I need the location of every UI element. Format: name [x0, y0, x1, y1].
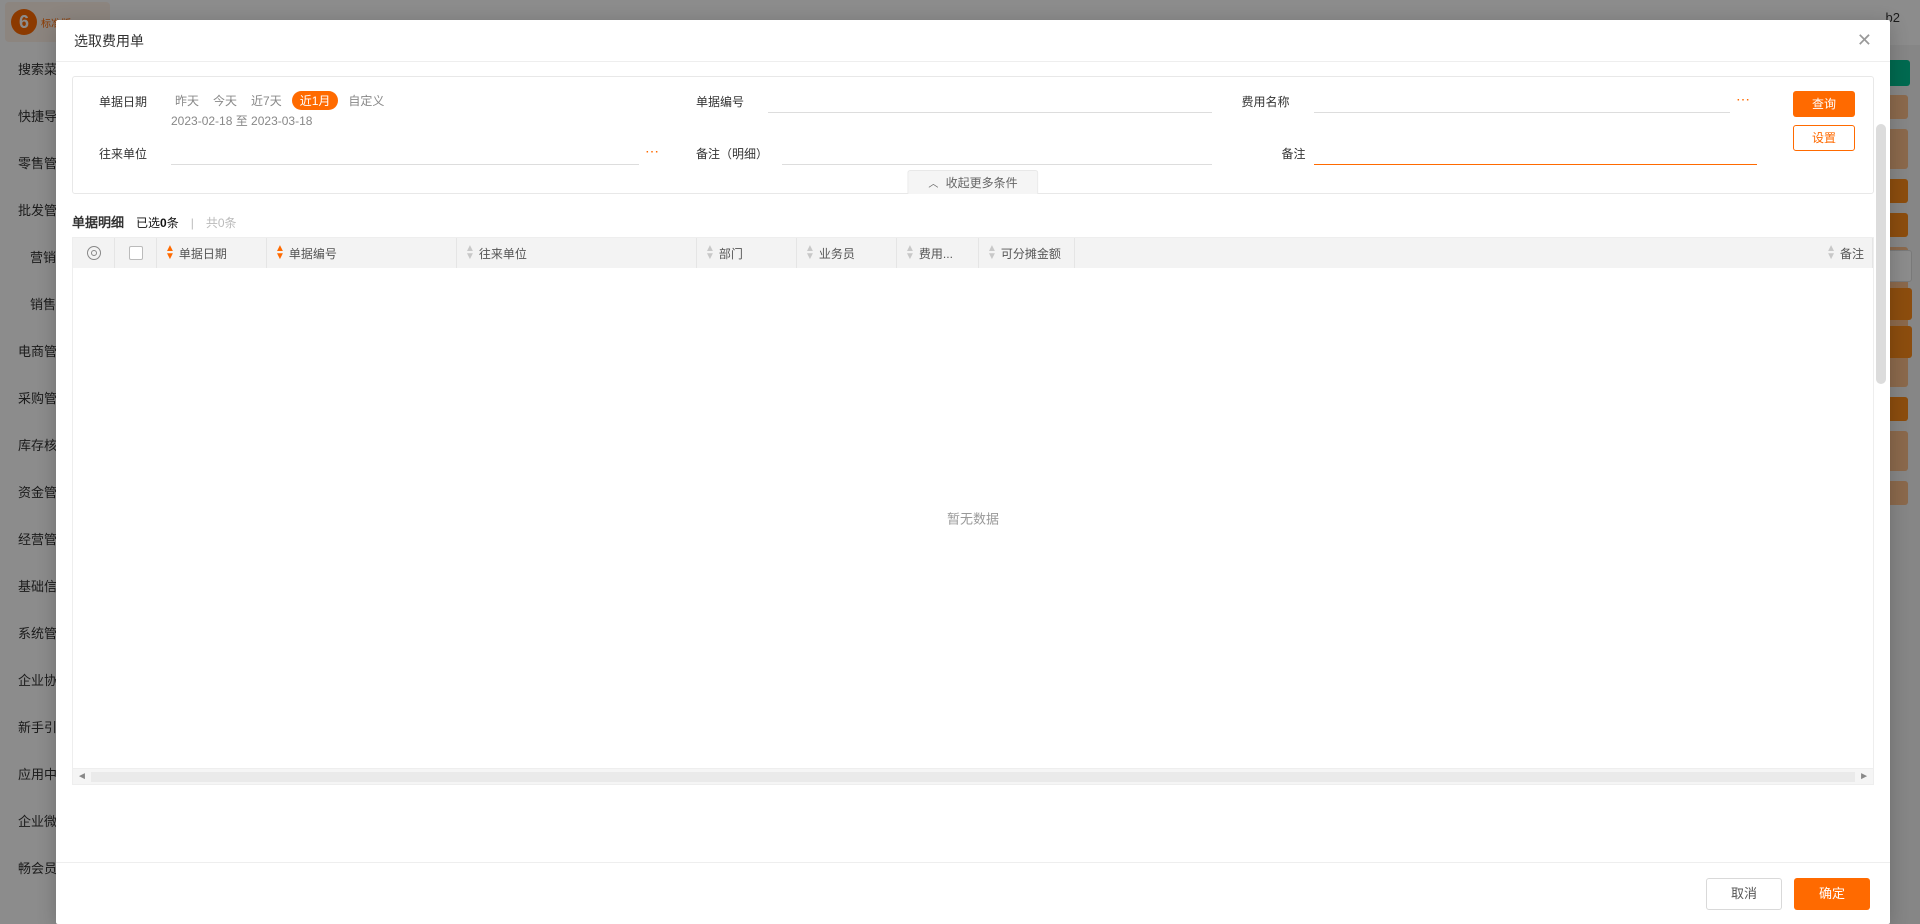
checkbox-icon [129, 246, 143, 260]
selected-number: 0 [160, 216, 167, 230]
query-button[interactable]: 查询 [1793, 91, 1855, 117]
date-last7[interactable]: 近7天 [247, 91, 286, 110]
col-amt-label: 可分摊金额 [1001, 245, 1061, 262]
filter-date: 单据日期 昨天 今天 近7天 近1月 自定义 2023-02-18 至 2023… [99, 91, 666, 129]
note-detail-label: 备注（明细） [696, 143, 782, 165]
result-table: ▲▼单据日期 ▲▼单据编号 ▲▼往来单位 ▲▼部门 ▲▼业务员 ▲▼费用... … [72, 237, 1874, 785]
date-custom[interactable]: 自定义 [344, 91, 388, 110]
modal-header: 选取费用单 ✕ [56, 20, 1890, 62]
note-detail-input[interactable] [782, 143, 1211, 165]
col-fee-label: 费用... [919, 245, 953, 262]
scroll-track[interactable] [91, 772, 1855, 782]
note-input[interactable] [1314, 143, 1757, 165]
code-input[interactable] [768, 91, 1211, 113]
unit-picker-icon[interactable]: ⋯ [639, 143, 666, 160]
sort-icon: ▲▼ [1826, 245, 1836, 261]
filter-note-detail: 备注（明细） [696, 143, 1211, 165]
selected-count: 已选0条 [136, 214, 179, 231]
unit-label: 往来单位 [99, 143, 171, 165]
col-date[interactable]: ▲▼单据日期 [157, 238, 267, 268]
code-label: 单据编号 [696, 91, 768, 113]
close-icon[interactable]: ✕ [1857, 30, 1872, 51]
col-amount[interactable]: ▲▼可分摊金额 [979, 238, 1075, 268]
modal-footer: 取消 确定 [56, 862, 1890, 924]
fee-name-picker-icon[interactable]: ⋯ [1730, 91, 1757, 108]
fee-name-label: 费用名称 [1242, 91, 1314, 113]
sort-icon: ▲▼ [987, 245, 997, 261]
date-today[interactable]: 今天 [209, 91, 241, 110]
date-label: 单据日期 [99, 91, 171, 113]
sort-icon: ▲▼ [275, 245, 285, 261]
col-remark[interactable]: ▲▼备注 [1075, 238, 1873, 268]
col-biz-label: 业务员 [819, 245, 855, 262]
col-code-label: 单据编号 [289, 245, 337, 262]
col-remark-label: 备注 [1840, 245, 1864, 262]
fee-name-input[interactable] [1314, 91, 1730, 113]
vertical-scrollbar[interactable] [1874, 124, 1888, 792]
filter-note: 备注 [1242, 143, 1847, 165]
section-header: 单据明细 已选0条 | 共0条 [72, 212, 1874, 231]
col-dept-label: 部门 [719, 245, 743, 262]
col-biz[interactable]: ▲▼业务员 [797, 238, 897, 268]
horizontal-scrollbar[interactable]: ◄ ► [73, 768, 1873, 784]
filter-panel: 查询 设置 单据日期 昨天 今天 近7天 近1月 自定义 2023-02-18 [72, 76, 1874, 194]
col-checkbox[interactable] [115, 238, 157, 268]
chevron-up-icon: ︿ [928, 179, 938, 190]
cancel-button[interactable]: 取消 [1706, 878, 1782, 910]
empty-text: 暂无数据 [947, 509, 999, 528]
filter-code: 单据编号 [696, 91, 1211, 113]
total-count: 共0条 [206, 214, 237, 231]
table-body-empty: 暂无数据 [73, 268, 1873, 768]
sort-icon: ▲▼ [805, 245, 815, 261]
sort-icon: ▲▼ [165, 245, 175, 261]
scroll-thumb[interactable] [1876, 124, 1886, 384]
note-label: 备注 [1242, 143, 1314, 165]
col-settings[interactable] [73, 238, 115, 268]
sort-icon: ▲▼ [465, 245, 475, 261]
table-header: ▲▼单据日期 ▲▼单据编号 ▲▼往来单位 ▲▼部门 ▲▼业务员 ▲▼费用... … [73, 238, 1873, 268]
gear-icon [87, 246, 101, 260]
modal-title: 选取费用单 [74, 31, 144, 51]
scroll-right-icon[interactable]: ► [1857, 771, 1871, 782]
col-date-label: 单据日期 [179, 245, 227, 262]
selected-suffix: 条 [167, 216, 179, 230]
filter-fee-name: 费用名称 ⋯ [1242, 91, 1847, 113]
col-dept[interactable]: ▲▼部门 [697, 238, 797, 268]
ok-button[interactable]: 确定 [1794, 878, 1870, 910]
separator: | [191, 216, 194, 230]
collapse-label: 收起更多条件 [946, 176, 1018, 190]
filter-action-col: 查询 设置 [1793, 91, 1855, 151]
unit-input[interactable] [171, 143, 639, 165]
col-code[interactable]: ▲▼单据编号 [267, 238, 457, 268]
date-last1m[interactable]: 近1月 [292, 91, 339, 110]
col-unit-label: 往来单位 [479, 245, 527, 262]
sort-icon: ▲▼ [905, 245, 915, 261]
scroll-left-icon[interactable]: ◄ [75, 771, 89, 782]
select-expense-modal: 选取费用单 ✕ 查询 设置 单据日期 昨天 今天 近7天 近1月 [56, 20, 1890, 924]
col-fee[interactable]: ▲▼费用... [897, 238, 979, 268]
collapse-filters[interactable]: ︿ 收起更多条件 [907, 170, 1038, 194]
date-range-text: 2023-02-18 至 2023-03-18 [171, 112, 388, 129]
settings-button[interactable]: 设置 [1793, 125, 1855, 151]
filter-unit: 往来单位 ⋯ [99, 143, 666, 165]
col-unit[interactable]: ▲▼往来单位 [457, 238, 697, 268]
selected-prefix: 已选 [136, 216, 160, 230]
sort-icon: ▲▼ [705, 245, 715, 261]
date-yesterday[interactable]: 昨天 [171, 91, 203, 110]
modal-body: 查询 设置 单据日期 昨天 今天 近7天 近1月 自定义 2023-02-18 [56, 62, 1890, 862]
section-title-text: 单据明细 [72, 212, 124, 231]
